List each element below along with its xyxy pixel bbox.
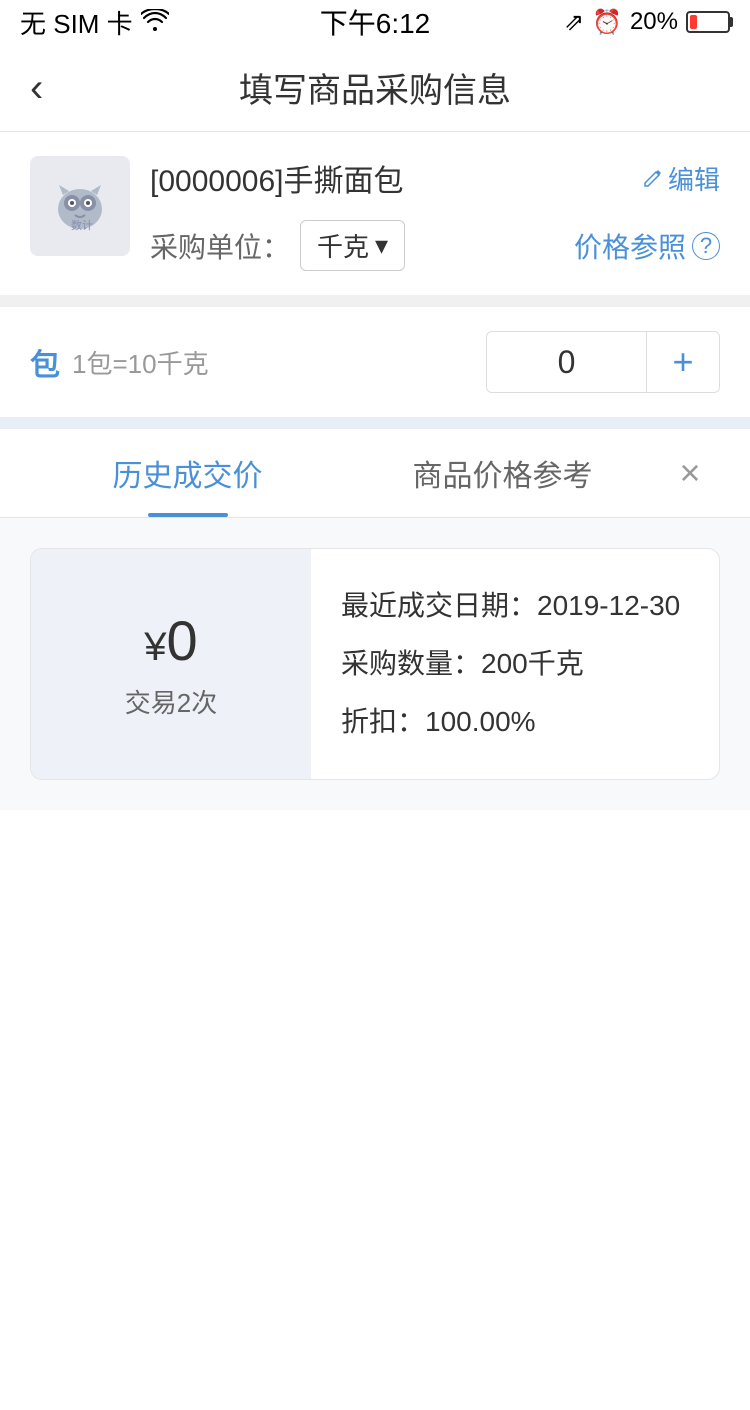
back-button[interactable]: ‹ (30, 68, 43, 108)
recent-date-row: 最近成交日期：2019-12-30 (341, 585, 689, 627)
quantity-input[interactable] (487, 332, 647, 392)
price-ref-help-icon: ? (692, 232, 720, 260)
tab-history-price[interactable]: 历史成交价 (30, 429, 345, 517)
wifi-icon (141, 7, 169, 38)
status-left: 无 SIM 卡 (20, 4, 169, 41)
page-title: 填写商品采购信息 (239, 63, 511, 112)
tabs-section: 历史成交价 商品价格参考 × (0, 429, 750, 518)
quantity-section: 包 1包=10千克 + (0, 307, 750, 429)
yen-symbol: ¥ (144, 625, 166, 669)
price-card-section: ¥0 交易2次 最近成交日期：2019-12-30 采购数量：200千克 折扣：… (0, 518, 750, 810)
discount-row: 折扣：100.00% (341, 701, 689, 743)
price-card: ¥0 交易2次 最近成交日期：2019-12-30 采购数量：200千克 折扣：… (30, 548, 720, 780)
battery-icon (686, 11, 730, 33)
tab-product-price-ref[interactable]: 商品价格参考 (345, 429, 660, 517)
pkg-conversion: 1包=10千克 (72, 344, 209, 381)
product-name: [0000006]手撕面包 (150, 156, 403, 200)
price-card-right: 最近成交日期：2019-12-30 采购数量：200千克 折扣：100.00% (311, 549, 719, 779)
price-card-left: ¥0 交易2次 (31, 549, 311, 779)
product-section: 数计 [0000006]手撕面包 编辑 采购单位： 千克 (0, 132, 750, 307)
product-logo-icon: 数计 (45, 171, 115, 241)
quantity-plus-button[interactable]: + (647, 332, 719, 392)
status-bar: 无 SIM 卡 下午6:12 ⇗ ⏰ 20% (0, 0, 750, 44)
alarm-icon: ⏰ (592, 8, 622, 37)
tab-close-button[interactable]: × (660, 443, 720, 503)
pkg-icon: 包 (30, 340, 60, 384)
battery-percent: 20% (630, 8, 678, 36)
edit-icon (642, 167, 664, 189)
quantity-control: + (486, 331, 720, 393)
unit-label: 采购单位： (150, 226, 290, 266)
purchase-qty-row: 采购数量：200千克 (341, 643, 689, 685)
status-right: ⇗ ⏰ 20% (564, 8, 730, 37)
carrier-text: 无 SIM 卡 (20, 4, 133, 41)
edit-button[interactable]: 编辑 (642, 160, 720, 197)
product-thumbnail: 数计 (30, 156, 130, 256)
price-ref-button[interactable]: 价格参照 ? (574, 226, 720, 266)
quantity-label: 包 1包=10千克 (30, 340, 209, 384)
svg-text:数计: 数计 (71, 219, 93, 232)
product-info: [0000006]手撕面包 编辑 采购单位： 千克 ▾ (150, 156, 720, 271)
nav-header: ‹ 填写商品采购信息 (0, 44, 750, 132)
location-icon: ⇗ (564, 8, 584, 37)
price-amount: ¥0 (144, 608, 197, 673)
bottom-spacer (0, 810, 750, 1410)
unit-select[interactable]: 千克 ▾ (300, 220, 405, 271)
status-time: 下午6:12 (320, 2, 431, 42)
tab-active-indicator (148, 513, 228, 517)
tabs-header: 历史成交价 商品价格参考 × (0, 429, 750, 517)
price-times: 交易2次 (125, 683, 217, 720)
